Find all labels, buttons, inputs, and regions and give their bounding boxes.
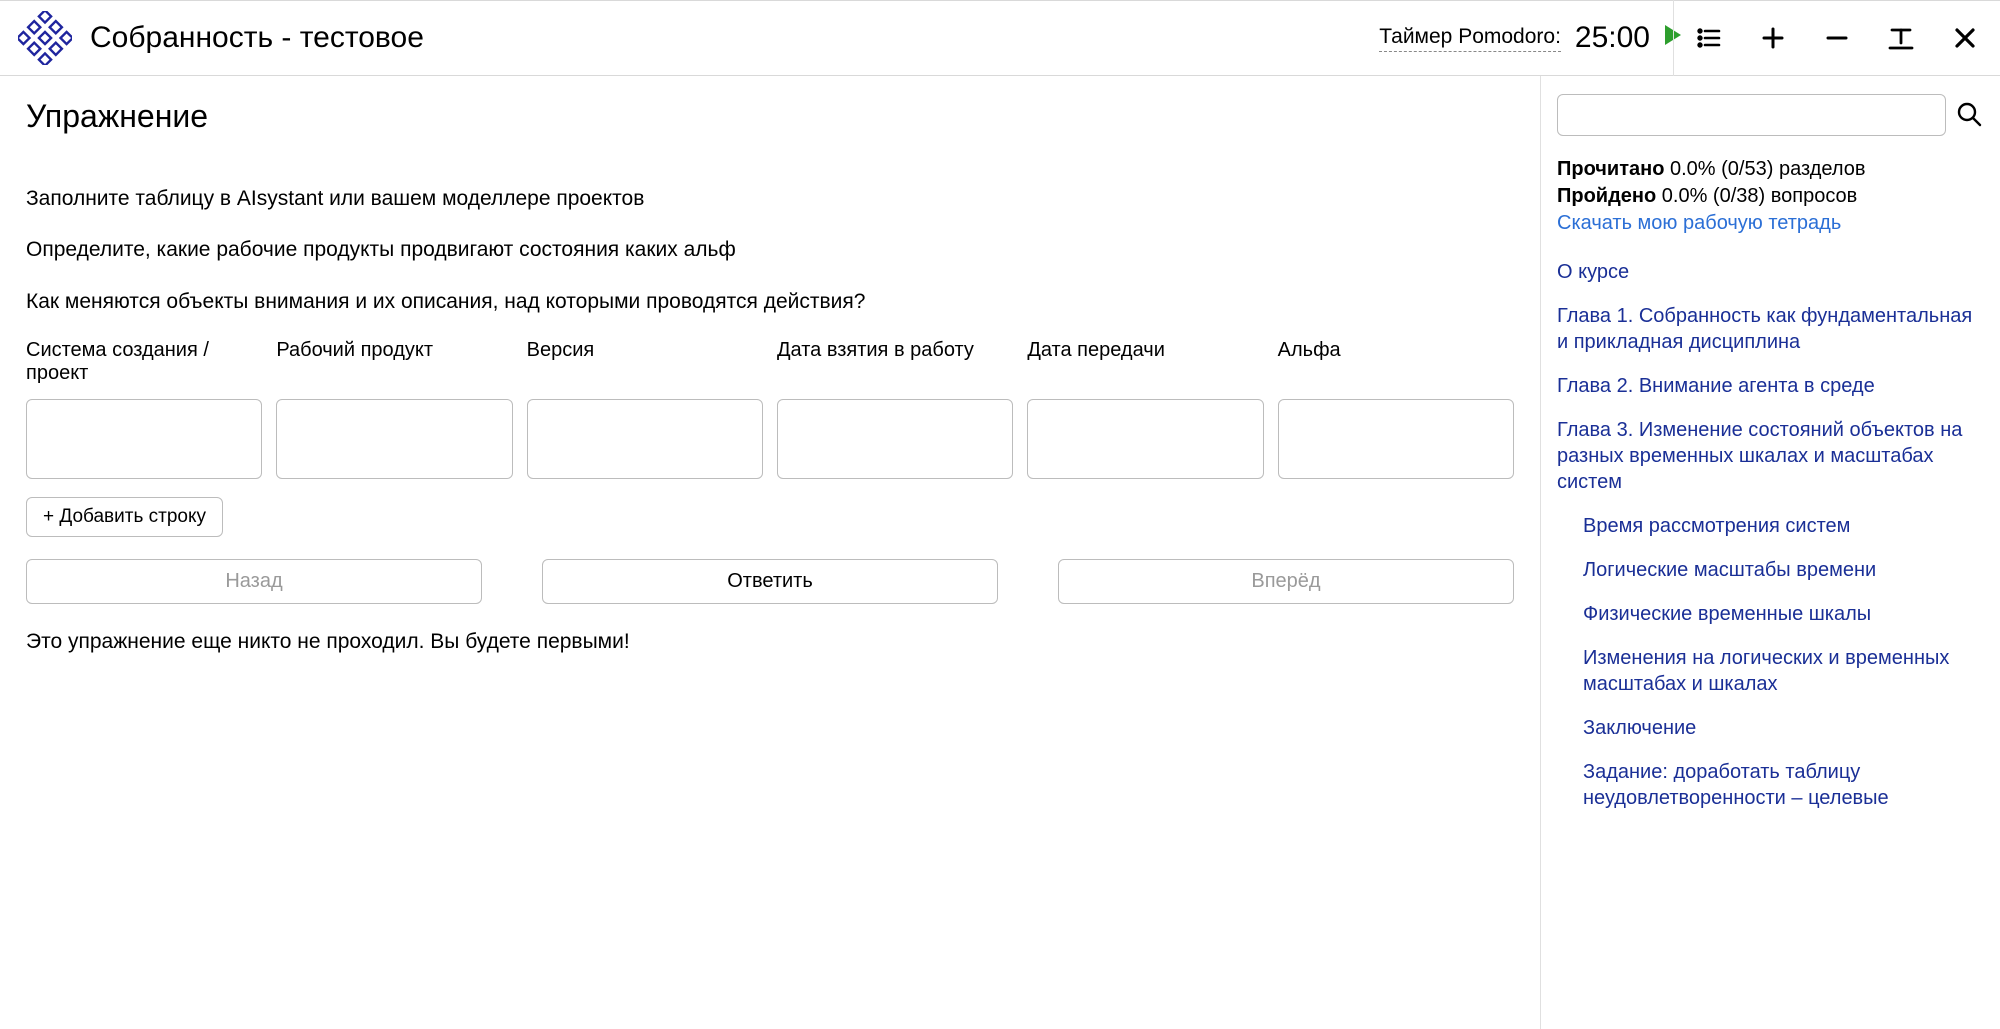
cell-system[interactable] <box>26 399 262 479</box>
main-content: Упражнение Заполните таблицу в AIsystant… <box>0 76 1540 1029</box>
text-format-icon[interactable] <box>1888 25 1914 51</box>
search-icon[interactable] <box>1956 101 1984 129</box>
toc-chapter-1[interactable]: Глава 1. Собранность как фундаментальная… <box>1557 303 1984 355</box>
toolbar <box>1673 0 2000 76</box>
cell-alpha[interactable] <box>1278 399 1514 479</box>
cell-version[interactable] <box>527 399 763 479</box>
topbar: Собранность - тестовое Таймер Pomodoro: … <box>0 0 2000 76</box>
col-header-start-date: Дата взятия в работу <box>777 339 1013 399</box>
toc-about[interactable]: О курсе <box>1557 259 1984 285</box>
pomodoro-widget: Таймер Pomodoro: 25:00 <box>1379 21 1682 55</box>
pomodoro-label[interactable]: Таймер Pomodoro: <box>1379 25 1561 52</box>
toc-chapter-2[interactable]: Глава 2. Внимание агента в среде <box>1557 373 1984 399</box>
cell-deliver-date[interactable] <box>1027 399 1263 479</box>
forward-button[interactable]: Вперёд <box>1058 559 1514 604</box>
minus-icon[interactable] <box>1824 25 1850 51</box>
nav-row: Назад Ответить Вперёд <box>26 559 1514 604</box>
toc-sub-task[interactable]: Задание: доработать таблицу неудовлетвор… <box>1557 759 1984 811</box>
instructions: Заполните таблицу в AIsystant или вашем … <box>26 185 1514 315</box>
close-icon[interactable] <box>1952 25 1978 51</box>
cell-start-date[interactable] <box>777 399 1013 479</box>
instruction-line: Как меняются объекты внимания и их описа… <box>26 288 1514 315</box>
plus-icon[interactable] <box>1760 25 1786 51</box>
search-input[interactable] <box>1557 94 1946 136</box>
col-header-version: Версия <box>527 339 763 399</box>
toc-chapter-3[interactable]: Глава 3. Изменение состояний объектов на… <box>1557 417 1984 495</box>
download-workbook-link[interactable]: Скачать мою рабочую тетрадь <box>1557 212 1984 235</box>
col-header-alpha: Альфа <box>1278 339 1514 399</box>
col-header-system: Система создания / проект <box>26 339 262 399</box>
instruction-line: Заполните таблицу в AIsystant или вашем … <box>26 185 1514 212</box>
toc: О курсе Глава 1. Собранность как фундаме… <box>1557 259 1984 811</box>
toc-sub-time-systems[interactable]: Время рассмотрения систем <box>1557 513 1984 539</box>
exercise-note: Это упражнение еще никто не проходил. Вы… <box>26 630 1514 654</box>
col-header-work-product: Рабочий продукт <box>276 339 512 399</box>
progress-passed: Пройдено 0.0% (0/38) вопросов <box>1557 185 1984 208</box>
page-title: Упражнение <box>26 98 1514 135</box>
toc-sub-logical-scales[interactable]: Логические масштабы времени <box>1557 557 1984 583</box>
toc-sub-conclusion[interactable]: Заключение <box>1557 715 1984 741</box>
app-title: Собранность - тестовое <box>90 21 424 55</box>
back-button[interactable]: Назад <box>26 559 482 604</box>
pomodoro-time: 25:00 <box>1575 21 1650 55</box>
toc-sub-physical-scales[interactable]: Физические временные шкалы <box>1557 601 1984 627</box>
toc-sub-changes[interactable]: Изменения на логических и временных масш… <box>1557 645 1984 697</box>
progress-read: Прочитано 0.0% (0/53) разделов <box>1557 158 1984 181</box>
sidebar: Прочитано 0.0% (0/53) разделов Пройдено … <box>1540 76 2000 1029</box>
search-row <box>1557 94 1984 136</box>
add-row-button[interactable]: + Добавить строку <box>26 497 223 537</box>
app-logo-icon <box>18 11 72 65</box>
answer-button[interactable]: Ответить <box>542 559 998 604</box>
cell-work-product[interactable] <box>276 399 512 479</box>
table-row <box>26 399 1514 479</box>
toc-icon[interactable] <box>1696 25 1722 51</box>
instruction-line: Определите, какие рабочие продукты продв… <box>26 236 1514 263</box>
exercise-table: Система создания / проект Рабочий продук… <box>26 339 1514 479</box>
table-header: Система создания / проект Рабочий продук… <box>26 339 1514 399</box>
col-header-deliver-date: Дата передачи <box>1027 339 1263 399</box>
